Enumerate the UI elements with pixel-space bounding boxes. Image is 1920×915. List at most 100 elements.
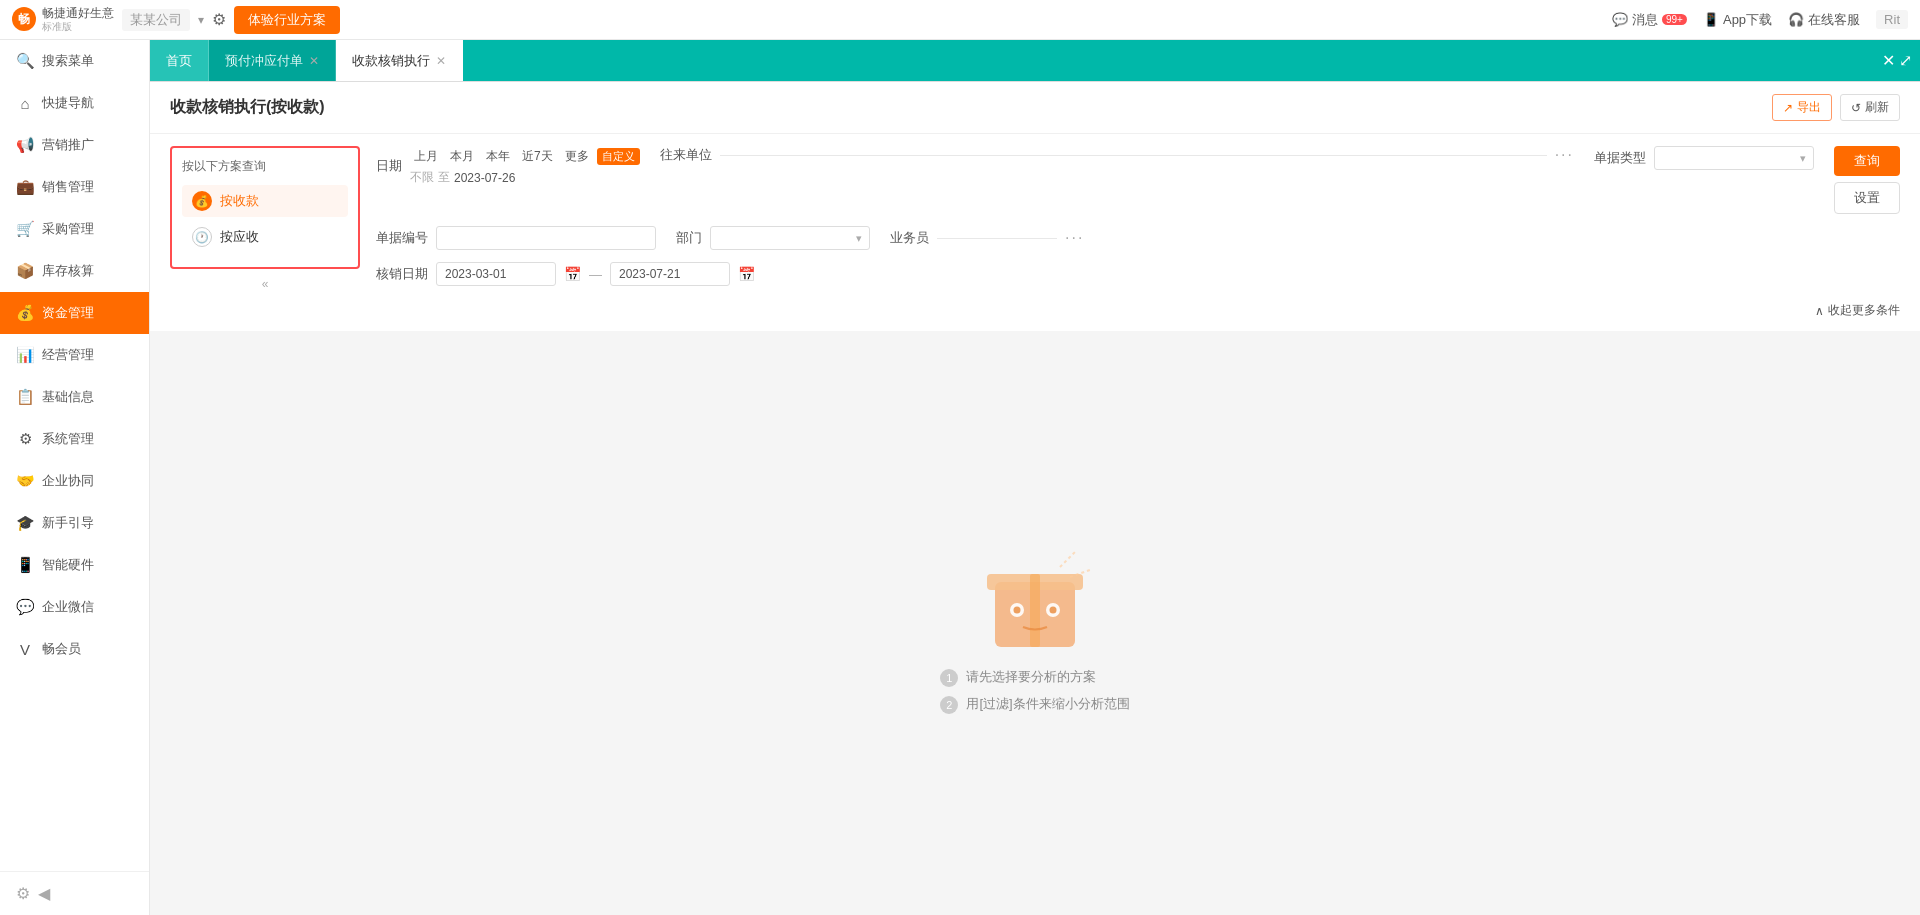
message-badge: 99+	[1662, 14, 1687, 25]
date-to-value: 2023-07-26	[454, 171, 515, 185]
sidebar-item-system[interactable]: ⚙ 系统管理	[0, 418, 149, 460]
docno-input[interactable]	[436, 226, 656, 250]
doctype-label: 单据类型	[1594, 149, 1646, 167]
tab-prepay[interactable]: 预付冲应付单 ✕	[209, 40, 336, 81]
filter-sidebar: 按以下方案查询 💰 按收款 🕐 按应收 «	[170, 146, 360, 331]
sidebar-label-hardware: 智能硬件	[42, 556, 94, 574]
sidebar-item-basic[interactable]: 📋 基础信息	[0, 376, 149, 418]
dept-select[interactable]	[710, 226, 870, 250]
counterpart-more-icon[interactable]: ···	[1555, 146, 1574, 164]
export-btn[interactable]: ↗ 导出	[1772, 94, 1832, 121]
logo: 畅 畅捷通好生意 标准版	[12, 6, 114, 32]
sidebar-collapse-icon[interactable]: ◀	[38, 884, 50, 903]
date-shortcuts: 上月 本月 本年 近7天 更多 自定义	[410, 146, 640, 167]
sidebar-item-quick-nav[interactable]: ⌂ 快捷导航	[0, 82, 149, 124]
basic-icon: 📋	[16, 388, 34, 406]
date-7days[interactable]: 近7天	[518, 146, 557, 167]
filter-option-by-receipt[interactable]: 💰 按收款	[182, 185, 348, 217]
tip-text-1: 请先选择要分析的方案	[966, 668, 1096, 686]
sidebar-label-enterprise: 企业协同	[42, 472, 94, 490]
message-btn[interactable]: 💬 消息 99+	[1612, 11, 1687, 29]
brand-sub: 标准版	[42, 21, 114, 33]
tab-prepay-close-icon[interactable]: ✕	[309, 54, 319, 68]
sidebar-label-inventory: 库存核算	[42, 262, 94, 280]
doctype-select[interactable]	[1654, 146, 1814, 170]
collapse-more-btn[interactable]: ∧ 收起更多条件	[1815, 302, 1900, 319]
topbar-left: 畅 畅捷通好生意 标准版 某某公司 ▾ ⚙ 体验行业方案	[12, 6, 340, 34]
sidebar-item-enterprise[interactable]: 🤝 企业协同	[0, 460, 149, 502]
refresh-label: 刷新	[1865, 99, 1889, 116]
main-layout: 🔍 搜索菜单 ⌂ 快捷导航 📢 营销推广 💼 销售管理 🛒 采购管理 📦 库存核…	[0, 40, 1920, 915]
date-last-month[interactable]: 上月	[410, 146, 442, 167]
page-title: 收款核销执行(按收款)	[170, 97, 325, 118]
tab-receivable-close-icon[interactable]: ✕	[436, 54, 446, 68]
date-more[interactable]: 更多	[561, 146, 593, 167]
date-this-year[interactable]: 本年	[482, 146, 514, 167]
sidebar: 🔍 搜索菜单 ⌂ 快捷导航 📢 营销推广 💼 销售管理 🛒 采购管理 📦 库存核…	[0, 40, 150, 915]
tab-bar-actions: ✕ ⤢	[1874, 40, 1920, 81]
verify-date-start-input[interactable]	[436, 262, 556, 286]
tab-receivable[interactable]: 收款核销执行 ✕	[336, 40, 463, 81]
verify-date-start-wrapper	[436, 262, 556, 286]
sidebar-settings-icon[interactable]: ⚙	[16, 884, 30, 903]
industry-btn[interactable]: 体验行业方案	[234, 6, 340, 34]
wechat-icon: 💬	[16, 598, 34, 616]
app-download-btn[interactable]: 📱 App下载	[1703, 11, 1772, 29]
filter-row-1: 日期 上月 本月 本年 近7天 更多 自定义 不限	[376, 146, 1900, 214]
date-this-month[interactable]: 本月	[446, 146, 478, 167]
verify-date-start-calendar-icon[interactable]: 📅	[564, 266, 581, 282]
sidebar-item-search[interactable]: 🔍 搜索菜单	[0, 40, 149, 82]
app-icon: 📱	[1703, 12, 1719, 27]
filter-sidebar-collapse-btn[interactable]: «	[170, 277, 360, 291]
brand-info: 畅捷通好生意 标准版	[42, 6, 114, 32]
sidebar-item-inventory[interactable]: 📦 库存核算	[0, 250, 149, 292]
date-label: 日期	[376, 157, 402, 175]
company-chevron-icon[interactable]: ▾	[198, 13, 204, 27]
empty-tips: 1 请先选择要分析的方案 2 用[过滤]条件来缩小分析范围	[940, 668, 1129, 714]
sidebar-label-search: 搜索菜单	[42, 52, 94, 70]
tab-home[interactable]: 首页	[150, 40, 209, 81]
sidebar-item-member[interactable]: V 畅会员	[0, 628, 149, 670]
online-service-btn[interactable]: 🎧 在线客服	[1788, 11, 1860, 29]
sidebar-item-sales[interactable]: 💼 销售管理	[0, 166, 149, 208]
tab-expand-btn[interactable]: ⤢	[1899, 51, 1912, 70]
sidebar-label-purchase: 采购管理	[42, 220, 94, 238]
service-label: 在线客服	[1808, 11, 1860, 29]
sales-icon: 💼	[16, 178, 34, 196]
tab-close-all-btn[interactable]: ✕	[1882, 51, 1895, 70]
date-no-limit: 不限	[410, 169, 434, 186]
company-selector[interactable]: 某某公司	[122, 9, 190, 31]
sidebar-item-operations[interactable]: 📊 经营管理	[0, 334, 149, 376]
sidebar-item-funds[interactable]: 💰 资金管理	[0, 292, 149, 334]
verify-date-end-calendar-icon[interactable]: 📅	[738, 266, 755, 282]
svg-point-5	[1013, 607, 1020, 614]
sidebar-item-wechat[interactable]: 💬 企业微信	[0, 586, 149, 628]
empty-tip-1: 1 请先选择要分析的方案	[940, 668, 1129, 687]
settings-icon[interactable]: ⚙	[212, 10, 226, 29]
member-icon: V	[16, 641, 34, 658]
date-custom-badge[interactable]: 自定义	[597, 148, 640, 165]
sidebar-bottom: ⚙ ◀	[0, 871, 149, 915]
filter-option-by-receivable[interactable]: 🕐 按应收	[182, 221, 348, 253]
refresh-btn[interactable]: ↺ 刷新	[1840, 94, 1900, 121]
svg-rect-2	[1030, 574, 1040, 647]
filter-main: 日期 上月 本月 本年 近7天 更多 自定义 不限	[376, 146, 1900, 331]
sidebar-item-purchase[interactable]: 🛒 采购管理	[0, 208, 149, 250]
verify-date-end-input[interactable]	[610, 262, 730, 286]
content: 首页 预付冲应付单 ✕ 收款核销执行 ✕ ✕ ⤢ 收款核销执行(按收款) ↗ 导…	[150, 40, 1920, 915]
query-btn[interactable]: 查询	[1834, 146, 1900, 176]
empty-tip-2: 2 用[过滤]条件来缩小分析范围	[940, 695, 1129, 714]
date-options: 上月 本月 本年 近7天 更多 自定义 不限 至 2023-07-26	[410, 146, 640, 186]
user-menu[interactable]: Rit	[1876, 10, 1908, 29]
topbar: 畅 畅捷通好生意 标准版 某某公司 ▾ ⚙ 体验行业方案 💬 消息 99+ 📱 …	[0, 0, 1920, 40]
sidebar-item-marketing[interactable]: 📢 营销推广	[0, 124, 149, 166]
sidebar-item-beginner[interactable]: 🎓 新手引导	[0, 502, 149, 544]
funds-icon: 💰	[16, 304, 34, 322]
sidebar-item-hardware[interactable]: 📱 智能硬件	[0, 544, 149, 586]
by-receipt-label: 按收款	[220, 192, 259, 210]
settings-btn[interactable]: 设置	[1834, 182, 1900, 214]
date-filter: 日期 上月 本月 本年 近7天 更多 自定义 不限	[376, 146, 640, 186]
filter-section: 按以下方案查询 💰 按收款 🕐 按应收 «	[150, 134, 1920, 331]
staff-more-icon[interactable]: ···	[1065, 229, 1084, 247]
search-icon: 🔍	[16, 52, 34, 70]
